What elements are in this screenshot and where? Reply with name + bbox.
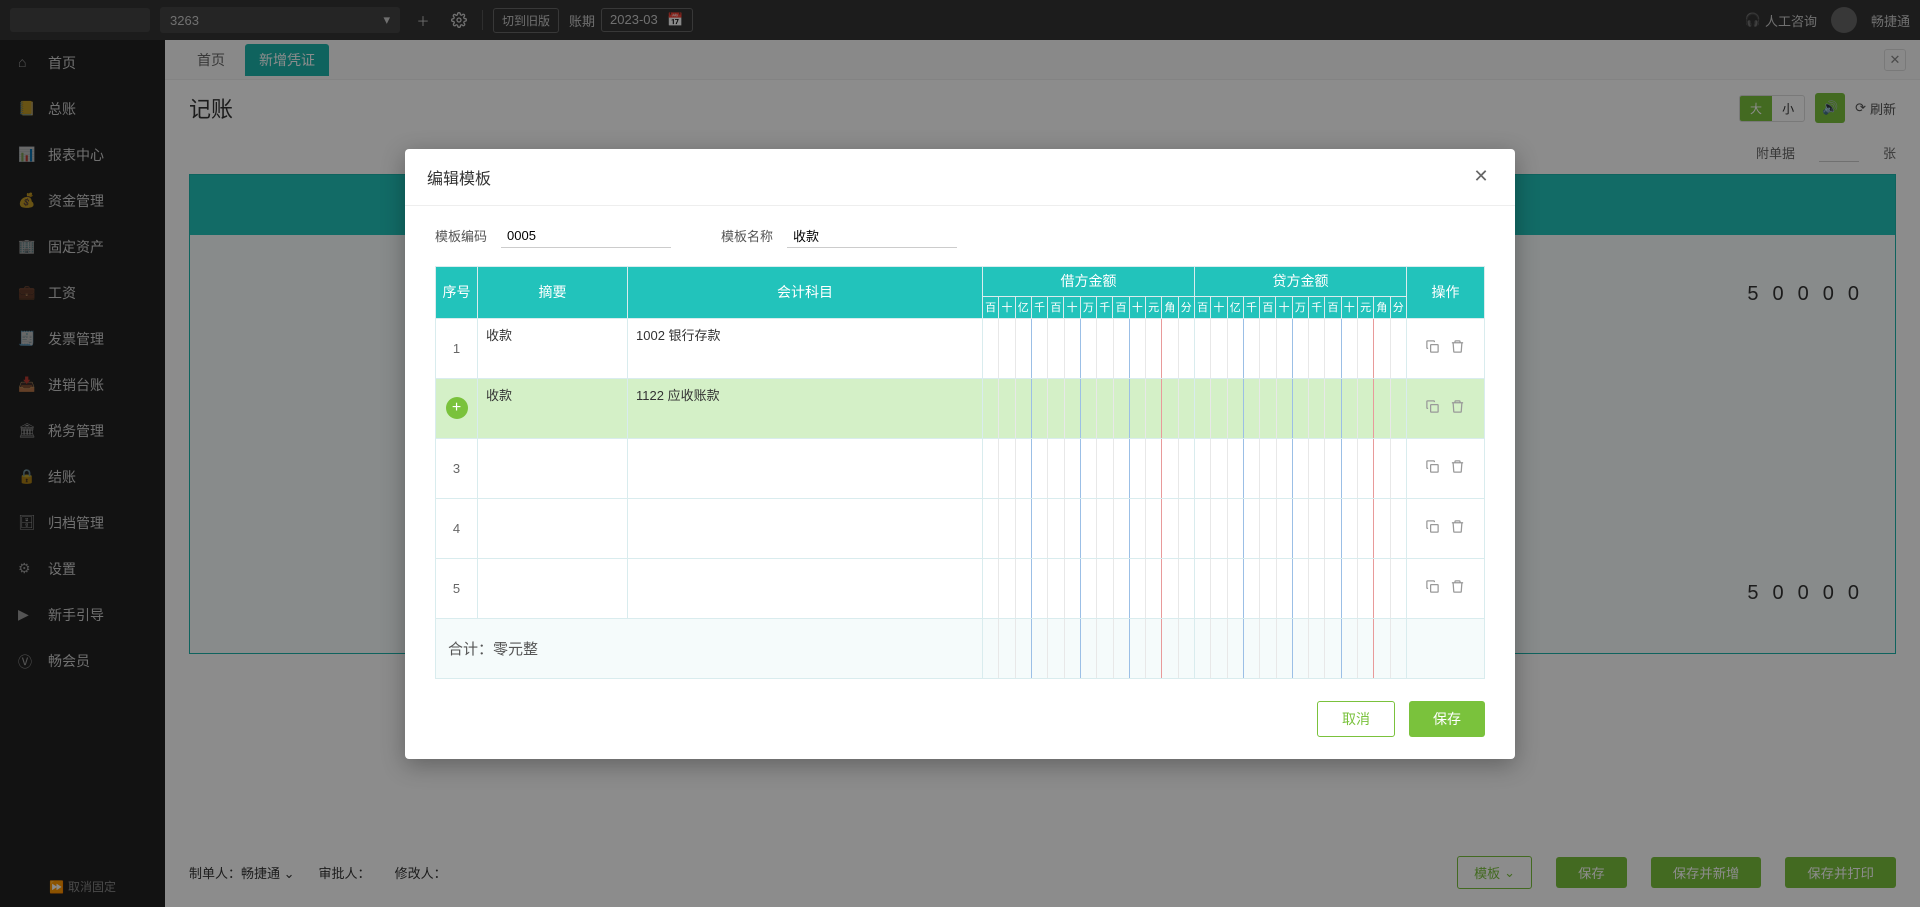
add-row-icon[interactable]: + — [446, 397, 468, 419]
th-digit-unit: 亿 — [1015, 296, 1031, 318]
th-op: 操作 — [1406, 266, 1484, 318]
tpl-code-input[interactable] — [501, 224, 671, 248]
th-subject: 会计科目 — [628, 266, 983, 318]
debit-cell[interactable] — [983, 378, 1195, 438]
th-digit-unit: 十 — [1129, 296, 1145, 318]
th-digit-unit: 千 — [1243, 296, 1259, 318]
th-digit-unit: 万 — [1080, 296, 1096, 318]
debit-cell[interactable] — [983, 318, 1195, 378]
subject-cell[interactable] — [628, 438, 983, 498]
modal-title: 编辑模板 — [427, 165, 491, 189]
save-button[interactable]: 保存 — [1409, 701, 1485, 737]
subject-cell[interactable] — [628, 498, 983, 558]
debit-cell[interactable] — [983, 438, 1195, 498]
tpl-code-label: 模板编码 — [435, 226, 487, 245]
summary-cell[interactable]: 收款 — [478, 378, 628, 438]
th-idx: 序号 — [436, 266, 478, 318]
th-digit-unit: 分 — [1178, 296, 1194, 318]
copy-row-icon[interactable] — [1425, 399, 1440, 414]
credit-cell[interactable] — [1194, 318, 1406, 378]
table-row[interactable]: 4 — [436, 498, 1485, 558]
th-digit-unit: 千 — [1097, 296, 1113, 318]
th-summary: 摘要 — [478, 266, 628, 318]
credit-cell[interactable] — [1194, 558, 1406, 618]
subject-cell[interactable] — [628, 558, 983, 618]
th-digit-unit: 角 — [1374, 296, 1390, 318]
th-digit-unit: 十 — [1276, 296, 1292, 318]
th-digit-unit: 十 — [1341, 296, 1357, 318]
th-digit-unit: 百 — [1194, 296, 1210, 318]
credit-cell[interactable] — [1194, 378, 1406, 438]
delete-row-icon[interactable] — [1450, 399, 1465, 414]
summary-cell[interactable] — [478, 438, 628, 498]
debit-cell[interactable] — [983, 498, 1195, 558]
table-row[interactable]: 1收款1002 银行存款 — [436, 318, 1485, 378]
th-digit-unit: 亿 — [1227, 296, 1243, 318]
th-digit-unit: 百 — [1325, 296, 1341, 318]
table-row[interactable]: 5 — [436, 558, 1485, 618]
th-digit-unit: 十 — [1211, 296, 1227, 318]
th-digit-unit: 千 — [1309, 296, 1325, 318]
th-digit-unit: 百 — [1048, 296, 1064, 318]
th-credit: 贷方金额 — [1194, 266, 1406, 296]
summary-cell[interactable] — [478, 498, 628, 558]
delete-row-icon[interactable] — [1450, 459, 1465, 474]
th-digit-unit: 千 — [1031, 296, 1047, 318]
delete-row-icon[interactable] — [1450, 339, 1465, 354]
delete-row-icon[interactable] — [1450, 579, 1465, 594]
th-digit-unit: 分 — [1390, 296, 1406, 318]
delete-row-icon[interactable] — [1450, 519, 1465, 534]
modal-header: 编辑模板 ✕ — [405, 149, 1515, 206]
th-digit-unit: 百 — [1260, 296, 1276, 318]
close-icon[interactable]: ✕ — [1469, 165, 1493, 189]
tpl-name-label: 模板名称 — [721, 226, 773, 245]
th-digit-unit: 元 — [1357, 296, 1373, 318]
summary-cell[interactable]: 收款 — [478, 318, 628, 378]
th-digit-unit: 元 — [1145, 296, 1161, 318]
copy-row-icon[interactable] — [1425, 579, 1440, 594]
tpl-name-input[interactable] — [787, 224, 957, 248]
copy-row-icon[interactable] — [1425, 339, 1440, 354]
cancel-button[interactable]: 取消 — [1317, 701, 1395, 737]
copy-row-icon[interactable] — [1425, 519, 1440, 534]
summary-cell[interactable] — [478, 558, 628, 618]
subject-cell[interactable]: 1122 应收账款 — [628, 378, 983, 438]
th-digit-unit: 角 — [1162, 296, 1178, 318]
table-row[interactable]: + 收款1122 应收账款 — [436, 378, 1485, 438]
th-debit: 借方金额 — [983, 266, 1195, 296]
th-digit-unit: 十 — [1064, 296, 1080, 318]
th-digit-unit: 百 — [1113, 296, 1129, 318]
th-digit-unit: 万 — [1292, 296, 1308, 318]
credit-cell[interactable] — [1194, 438, 1406, 498]
credit-cell[interactable] — [1194, 498, 1406, 558]
subject-cell[interactable]: 1002 银行存款 — [628, 318, 983, 378]
total-cell: 合计：零元整 — [436, 618, 983, 678]
edit-template-modal: 编辑模板 ✕ 模板编码 模板名称 序号 摘要 — [405, 149, 1515, 759]
table-row[interactable]: 3 — [436, 438, 1485, 498]
copy-row-icon[interactable] — [1425, 459, 1440, 474]
th-digit-unit: 十 — [999, 296, 1015, 318]
template-table: 序号 摘要 会计科目 借方金额 贷方金额 操作 百十亿千百十万千百十元角分百十亿… — [435, 266, 1485, 679]
modal-footer: 取消 保存 — [405, 687, 1515, 759]
debit-cell[interactable] — [983, 558, 1195, 618]
th-digit-unit: 百 — [983, 296, 999, 318]
